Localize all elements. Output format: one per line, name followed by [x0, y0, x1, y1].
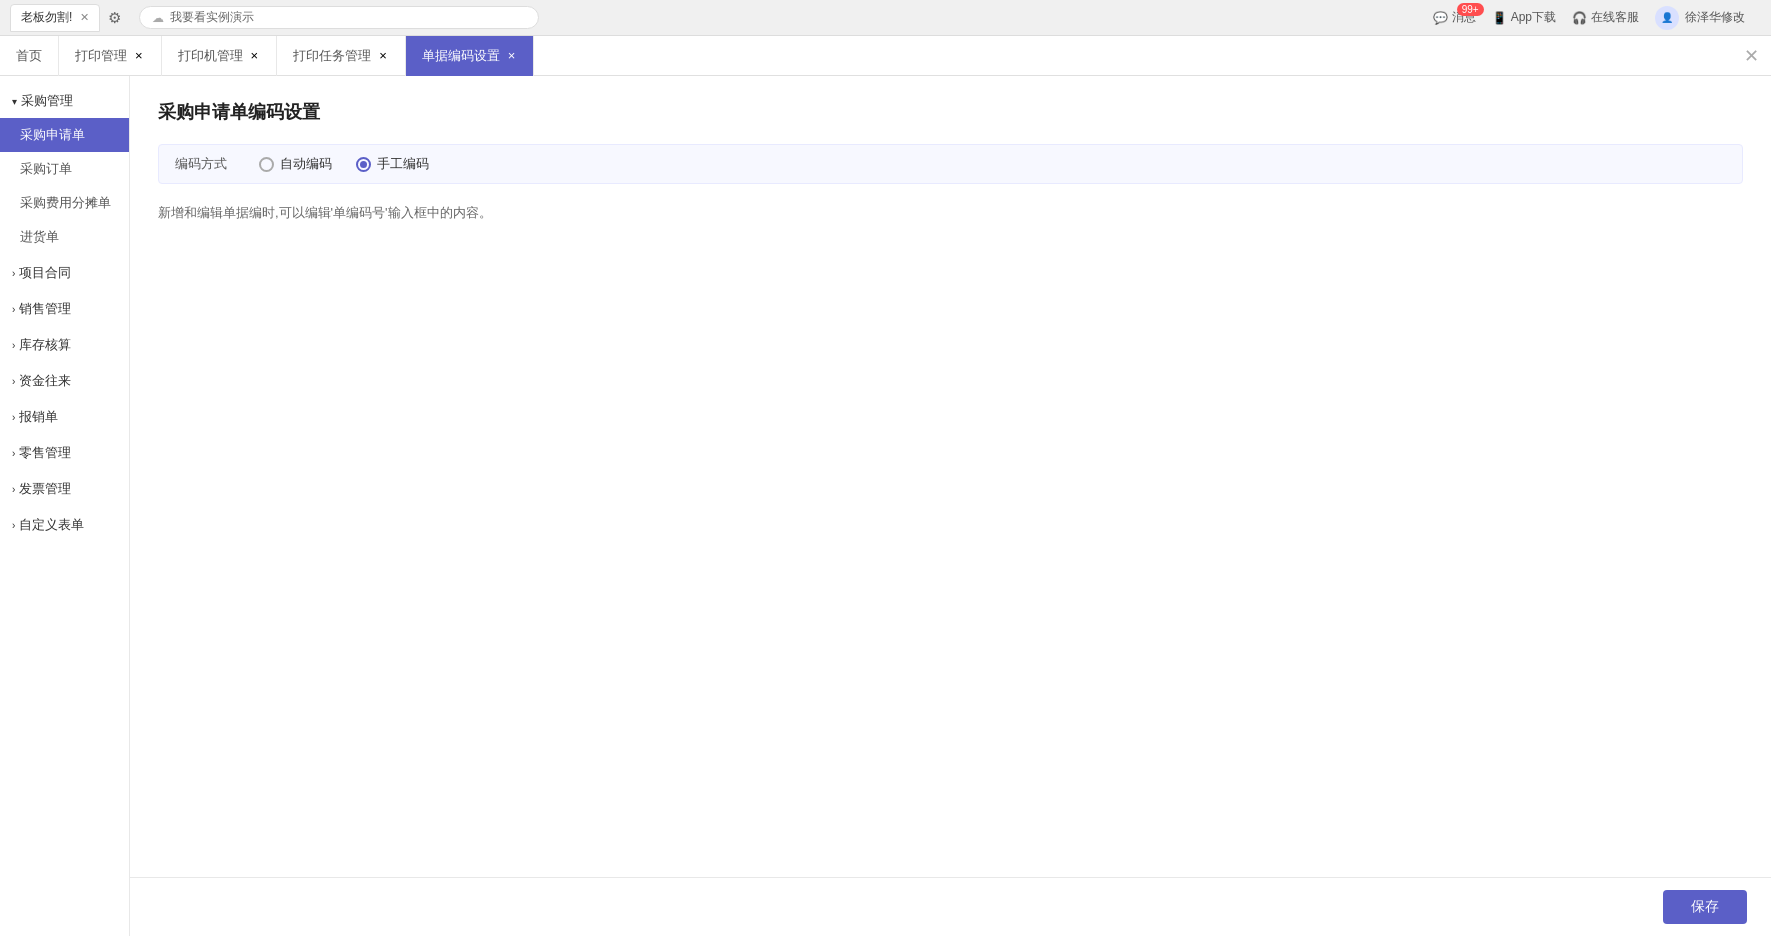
headset-icon: 🎧 [1572, 11, 1587, 25]
sidebar-item-stock-in[interactable]: 进货单 [0, 220, 129, 254]
sidebar-group-inventory-header[interactable]: › 库存核算 [0, 328, 129, 362]
header-right-browser: 💬 消息 99+ 📱 App下载 🎧 在线客服 👤 徐泽华修改 [1433, 6, 1761, 30]
page-title: 采购申请单编码设置 [158, 100, 1743, 124]
radio-manual-label: 手工编码 [377, 155, 429, 173]
tab-printer-management[interactable]: 打印机管理 × [162, 36, 278, 76]
sidebar-item-purchase-expense[interactable]: 采购费用分摊单 [0, 186, 129, 220]
expand-arrow-icon-sales: › [12, 304, 15, 315]
tab-print-task-label: 打印任务管理 [293, 47, 371, 65]
tab-printer-management-label: 打印机管理 [178, 47, 243, 65]
browser-settings-icon[interactable]: ⚙ [108, 9, 121, 27]
online-service-label: 在线客服 [1591, 9, 1639, 26]
sidebar-group-project: › 项目合同 [0, 256, 129, 290]
expand-arrow-icon-return: › [12, 412, 15, 423]
sidebar-group-purchase-header[interactable]: ▾ 采购管理 [0, 84, 129, 118]
tab-print-management-close[interactable]: × [133, 48, 145, 63]
content-footer: 保存 [130, 877, 1771, 936]
user-info[interactable]: 👤 徐泽华修改 [1655, 6, 1745, 30]
app-download-label: App下载 [1511, 9, 1556, 26]
hint-text: 新增和编辑单据编时,可以编辑'单编码号'输入框中的内容。 [158, 204, 1743, 222]
sidebar-group-retail-label: 零售管理 [19, 444, 71, 462]
encoding-label: 编码方式 [175, 155, 227, 173]
cloud-icon: ☁ [152, 11, 164, 25]
encoding-row: 编码方式 自动编码 手工编码 [158, 144, 1743, 184]
sidebar-group-capital-label: 资金往来 [19, 372, 71, 390]
sidebar-item-stock-in-label: 进货单 [20, 229, 59, 244]
sidebar-group-return-header[interactable]: › 报销单 [0, 400, 129, 434]
main-layout: ▾ 采购管理 采购申请单 采购订单 采购费用分摊单 进货单 › 项目合同 [0, 76, 1771, 936]
tab-single-barcode-label: 单据编码设置 [422, 47, 500, 65]
sidebar-group-purchase-label: 采购管理 [21, 92, 73, 110]
sidebar-group-custom: › 自定义表单 [0, 508, 129, 542]
app-download-btn[interactable]: 📱 App下载 [1492, 9, 1556, 26]
sidebar-group-retail-header[interactable]: › 零售管理 [0, 436, 129, 470]
expand-arrow-icon-retail: › [12, 448, 15, 459]
sidebar-group-purchase: ▾ 采购管理 采购申请单 采购订单 采购费用分摊单 进货单 [0, 84, 129, 254]
sidebar: ▾ 采购管理 采购申请单 采购订单 采购费用分摊单 进货单 › 项目合同 [0, 76, 130, 936]
browser-tab-close[interactable]: ✕ [80, 11, 89, 24]
message-icon: 💬 [1433, 11, 1448, 25]
sidebar-group-project-header[interactable]: › 项目合同 [0, 256, 129, 290]
sidebar-group-return-label: 报销单 [19, 408, 58, 426]
sidebar-group-invoice: › 发票管理 [0, 472, 129, 506]
sidebar-group-sales-header[interactable]: › 销售管理 [0, 292, 129, 326]
sidebar-group-sales: › 销售管理 [0, 292, 129, 326]
message-btn[interactable]: 💬 消息 99+ [1433, 9, 1476, 26]
content-inner: 采购申请单编码设置 编码方式 自动编码 手工编码 新增和编辑单据编时,可以编辑'… [130, 76, 1771, 877]
tab-bar-close[interactable]: ✕ [1744, 45, 1759, 67]
sidebar-group-invoice-header[interactable]: › 发票管理 [0, 472, 129, 506]
radio-auto-encoding[interactable]: 自动编码 [259, 155, 332, 173]
avatar: 👤 [1655, 6, 1679, 30]
message-badge: 99+ [1457, 3, 1484, 16]
tab-printer-management-close[interactable]: × [249, 48, 261, 63]
sidebar-item-purchase-request-label: 采购申请单 [20, 127, 85, 142]
expand-arrow-icon-capital: › [12, 376, 15, 387]
username: 徐泽华修改 [1685, 9, 1745, 26]
sidebar-item-purchase-request[interactable]: 采购申请单 [0, 118, 129, 152]
sidebar-group-project-label: 项目合同 [19, 264, 71, 282]
sidebar-group-return: › 报销单 [0, 400, 129, 434]
tab-print-management[interactable]: 打印管理 × [59, 36, 162, 76]
sidebar-group-inventory-label: 库存核算 [19, 336, 71, 354]
browser-bar: 老板勿割! ✕ ⚙ ☁ 我要看实例演示 💬 消息 99+ 📱 App下载 🎧 在… [0, 0, 1771, 36]
radio-auto-label: 自动编码 [280, 155, 332, 173]
content-area: 采购申请单编码设置 编码方式 自动编码 手工编码 新增和编辑单据编时,可以编辑'… [130, 76, 1771, 936]
sidebar-item-purchase-order[interactable]: 采购订单 [0, 152, 129, 186]
tab-print-management-label: 打印管理 [75, 47, 127, 65]
radio-manual-circle [356, 157, 371, 172]
radio-manual-encoding[interactable]: 手工编码 [356, 155, 429, 173]
sidebar-group-capital-header[interactable]: › 资金往来 [0, 364, 129, 398]
tab-home-label: 首页 [16, 47, 42, 65]
expand-arrow-icon-inventory: › [12, 340, 15, 351]
radio-auto-circle [259, 157, 274, 172]
sidebar-group-custom-header[interactable]: › 自定义表单 [0, 508, 129, 542]
expand-arrow-icon-custom: › [12, 520, 15, 531]
address-text: 我要看实例演示 [170, 9, 254, 26]
app-tabs-bar: 首页 打印管理 × 打印机管理 × 打印任务管理 × 单据编码设置 × ✕ [0, 36, 1771, 76]
sidebar-group-retail: › 零售管理 [0, 436, 129, 470]
sidebar-group-inventory: › 库存核算 [0, 328, 129, 362]
address-bar: ☁ 我要看实例演示 [139, 6, 539, 29]
expand-arrow-icon-invoice: › [12, 484, 15, 495]
save-button[interactable]: 保存 [1663, 890, 1747, 924]
sidebar-item-purchase-order-label: 采购订单 [20, 161, 72, 176]
app-download-icon: 📱 [1492, 11, 1507, 25]
sidebar-item-purchase-expense-label: 采购费用分摊单 [20, 195, 111, 210]
tab-single-barcode-close[interactable]: × [506, 48, 518, 63]
sidebar-group-custom-label: 自定义表单 [19, 516, 84, 534]
sidebar-group-sales-label: 销售管理 [19, 300, 71, 318]
tab-home[interactable]: 首页 [0, 36, 59, 76]
tab-single-barcode[interactable]: 单据编码设置 × [406, 36, 535, 76]
sidebar-group-invoice-label: 发票管理 [19, 480, 71, 498]
browser-tab-label: 老板勿割! [21, 9, 72, 26]
tab-print-task-close[interactable]: × [377, 48, 389, 63]
sidebar-group-capital: › 资金往来 [0, 364, 129, 398]
tab-print-task[interactable]: 打印任务管理 × [277, 36, 406, 76]
online-service-btn[interactable]: 🎧 在线客服 [1572, 9, 1639, 26]
browser-tab[interactable]: 老板勿割! ✕ [10, 4, 100, 32]
expand-arrow-icon-project: › [12, 268, 15, 279]
collapse-arrow-icon: ▾ [12, 96, 17, 107]
